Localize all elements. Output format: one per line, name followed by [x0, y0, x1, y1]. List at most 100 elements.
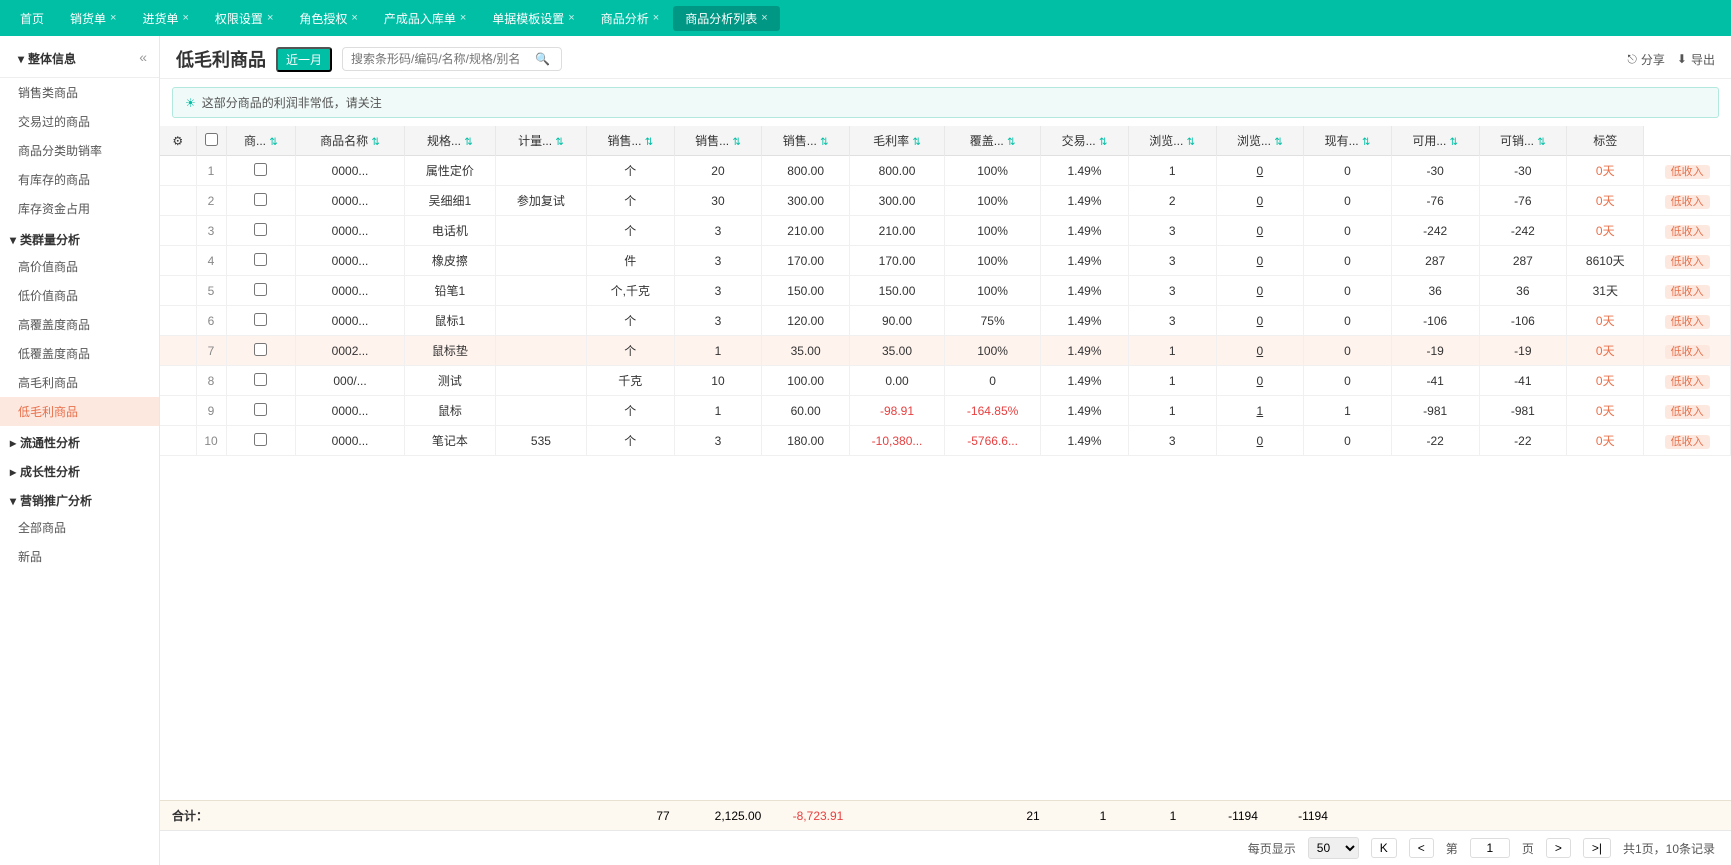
nav-product-analysis-list[interactable]: 商品分析列表 ×	[673, 6, 779, 31]
row-checkbox[interactable]	[226, 276, 296, 306]
row-num: 8	[196, 366, 226, 396]
th-transaction[interactable]: 交易... ⇅	[1041, 126, 1129, 156]
th-tag[interactable]: 标签	[1567, 126, 1644, 156]
nav-product-analysis[interactable]: 商品分析 ×	[589, 6, 671, 31]
sidebar-item-low-coverage[interactable]: 低覆盖度商品	[0, 339, 159, 368]
th-gross-margin[interactable]: 毛利率 ⇅	[849, 126, 944, 156]
row-transaction: 3	[1128, 426, 1216, 456]
sidebar-item-sales-category[interactable]: 销售类商品	[0, 78, 159, 107]
sidebar-group-growth[interactable]: ▸ 成长性分析	[0, 455, 159, 484]
row-views1[interactable]: 0	[1216, 276, 1304, 306]
share-button[interactable]: ⎋ 分享	[1627, 51, 1665, 68]
nav-purchase-order[interactable]: 进货单 ×	[130, 6, 200, 31]
row-checkbox[interactable]	[226, 306, 296, 336]
sidebar-item-all-products[interactable]: 全部商品	[0, 513, 159, 542]
row-sales-amount: 800.00	[762, 156, 850, 186]
nav-roles-close[interactable]: ×	[351, 12, 357, 24]
th-unit[interactable]: 计量... ⇅	[495, 126, 586, 156]
nav-home[interactable]: 首页	[8, 6, 56, 31]
row-views1[interactable]: 1	[1216, 396, 1304, 426]
nav-product-analysis-list-close[interactable]: ×	[761, 12, 767, 24]
th-sellable[interactable]: 可销... ⇅	[1479, 126, 1567, 156]
row-checkbox[interactable]	[226, 156, 296, 186]
row-gross-margin: 100%	[945, 156, 1041, 186]
th-sales-count[interactable]: 销售... ⇅	[586, 126, 674, 156]
sidebar-item-high-value[interactable]: 高价值商品	[0, 252, 159, 281]
sidebar-item-traded[interactable]: 交易过的商品	[0, 107, 159, 136]
row-checkbox[interactable]	[226, 426, 296, 456]
row-views1[interactable]: 0	[1216, 246, 1304, 276]
row-checkbox[interactable]	[226, 246, 296, 276]
nav-product-analysis-close[interactable]: ×	[653, 12, 659, 24]
row-views1[interactable]: 0	[1216, 306, 1304, 336]
row-sales-amount: 120.00	[762, 306, 850, 336]
th-spec[interactable]: 规格... ⇅	[404, 126, 495, 156]
row-gross-margin: 75%	[945, 306, 1041, 336]
row-views1[interactable]: 0	[1216, 366, 1304, 396]
nav-product-entry-close[interactable]: ×	[460, 12, 466, 24]
nav-product-entry[interactable]: 产成品入库单 ×	[372, 6, 478, 31]
export-icon: ⬇	[1677, 52, 1687, 66]
th-settings[interactable]: ⚙	[160, 126, 196, 156]
search-input[interactable]	[351, 52, 531, 66]
sidebar-collapse-button[interactable]: «	[135, 45, 151, 69]
select-all-checkbox[interactable]	[205, 133, 218, 146]
row-views1[interactable]: 0	[1216, 336, 1304, 366]
page-size-select[interactable]: 20 50 100	[1308, 837, 1359, 859]
sidebar-item-capital[interactable]: 库存资金占用	[0, 194, 159, 223]
th-name[interactable]: 商品名称 ⇅	[296, 126, 405, 156]
prev-page-button[interactable]: <	[1409, 838, 1434, 858]
nav-sales-order-close[interactable]: ×	[110, 12, 116, 24]
row-gross-margin: 100%	[945, 216, 1041, 246]
sidebar-item-in-stock[interactable]: 有库存的商品	[0, 165, 159, 194]
nav-template-settings-close[interactable]: ×	[568, 12, 574, 24]
page-number-input[interactable]	[1470, 838, 1510, 858]
row-checkbox[interactable]	[226, 216, 296, 246]
th-sales-amount[interactable]: 销售... ⇅	[674, 126, 762, 156]
row-current-stock: -981	[1391, 396, 1479, 426]
th-checkbox[interactable]	[196, 126, 226, 156]
row-views1[interactable]: 0	[1216, 426, 1304, 456]
row-checkbox[interactable]	[226, 336, 296, 366]
sidebar-group-flow[interactable]: ▸ 流通性分析	[0, 426, 159, 455]
th-views2[interactable]: 浏览... ⇅	[1216, 126, 1304, 156]
next-page-button[interactable]: >	[1546, 838, 1571, 858]
row-checkbox[interactable]	[226, 366, 296, 396]
th-code[interactable]: 商... ⇅	[226, 126, 296, 156]
nav-permissions[interactable]: 权限设置 ×	[203, 6, 285, 31]
row-sales-profit: -10,380...	[849, 426, 944, 456]
time-filter-button[interactable]: 近一月	[276, 47, 332, 72]
sidebar-item-category-rate[interactable]: 商品分类助销率	[0, 136, 159, 165]
nav-permissions-close[interactable]: ×	[267, 12, 273, 24]
nav-sales-order[interactable]: 销货单 ×	[58, 6, 128, 31]
first-page-button[interactable]: K	[1371, 838, 1397, 858]
sidebar-item-low-value[interactable]: 低价值商品	[0, 281, 159, 310]
sidebar-item-low-profit[interactable]: 低毛利商品	[0, 397, 159, 426]
table-container[interactable]: ⚙ 商... ⇅ 商品名称 ⇅ 规格... ⇅ 计量... ⇅ 销售... ⇅ …	[160, 126, 1731, 800]
last-page-button[interactable]: >|	[1583, 838, 1611, 858]
th-available[interactable]: 可用... ⇅	[1391, 126, 1479, 156]
table-row: 3 0000... 电话机 个 3 210.00 210.00 100% 1.4…	[160, 216, 1731, 246]
row-sales-count: 3	[674, 426, 762, 456]
row-views1[interactable]: 0	[1216, 156, 1304, 186]
th-views1[interactable]: 浏览... ⇅	[1128, 126, 1216, 156]
nav-template-settings[interactable]: 单据模板设置 ×	[480, 6, 586, 31]
th-sales-profit[interactable]: 销售... ⇅	[762, 126, 850, 156]
th-coverage[interactable]: 覆盖... ⇅	[945, 126, 1041, 156]
row-views1[interactable]: 0	[1216, 186, 1304, 216]
footer-sales-profit: -8,723.91	[778, 809, 858, 823]
row-views1[interactable]: 0	[1216, 216, 1304, 246]
row-num: 4	[196, 246, 226, 276]
row-checkbox[interactable]	[226, 396, 296, 426]
nav-roles[interactable]: 角色授权 ×	[287, 6, 369, 31]
sidebar-item-new-products[interactable]: 新品	[0, 542, 159, 571]
row-tag: 低收入	[1644, 276, 1731, 306]
nav-purchase-order-close[interactable]: ×	[182, 12, 188, 24]
sidebar-item-high-profit[interactable]: 高毛利商品	[0, 368, 159, 397]
sidebar-item-high-coverage[interactable]: 高覆盖度商品	[0, 310, 159, 339]
search-icon[interactable]: 🔍	[535, 52, 550, 66]
export-button[interactable]: ⬇ 导出	[1677, 51, 1715, 68]
row-checkbox[interactable]	[226, 186, 296, 216]
row-tag: 低收入	[1644, 336, 1731, 366]
th-current-stock[interactable]: 现有... ⇅	[1304, 126, 1392, 156]
